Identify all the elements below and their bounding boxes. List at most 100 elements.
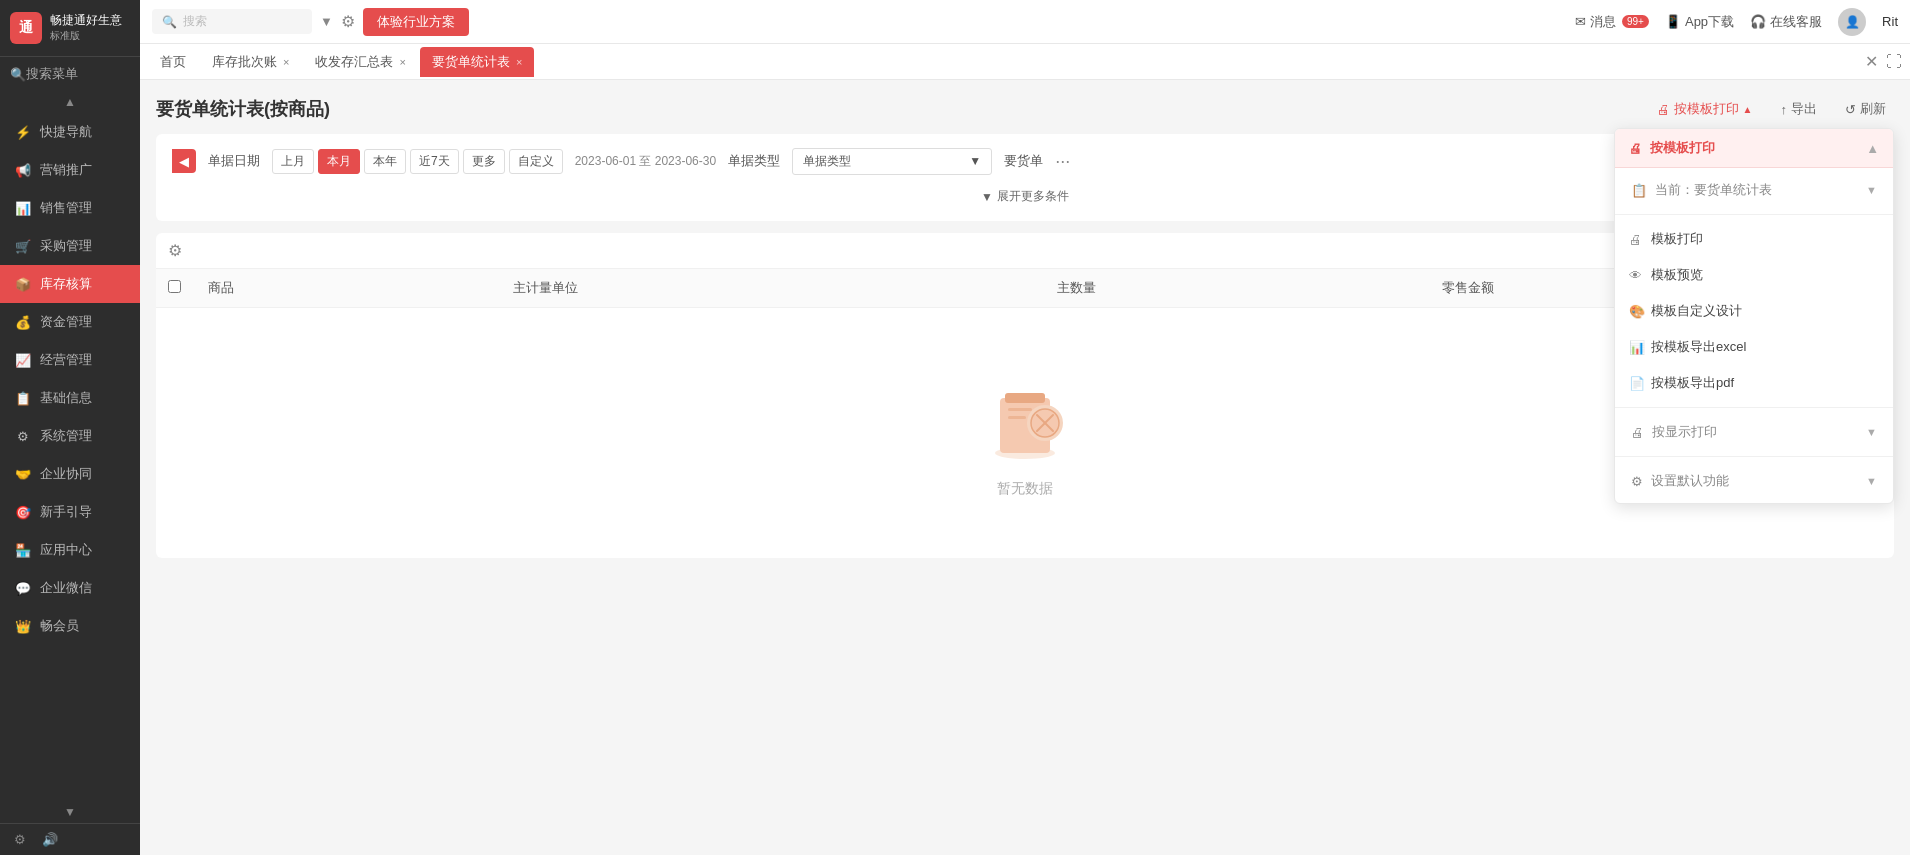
dropdown-item-export-excel[interactable]: 📊 按模板导出excel (1615, 329, 1893, 365)
app-name: 畅捷通好生意 (50, 13, 122, 29)
sidebar-item-finance[interactable]: 💰 资金管理 (0, 303, 140, 341)
export-button[interactable]: ↑ 导出 (1773, 96, 1826, 122)
headset-icon: 🎧 (1750, 14, 1766, 29)
topbar-gear-icon[interactable]: ⚙ (341, 12, 355, 31)
dropdown-divider-3 (1615, 456, 1893, 457)
set-default-icon: ⚙ (1631, 474, 1643, 489)
refresh-button[interactable]: ↺ 刷新 (1837, 96, 1894, 122)
date-btn-current-month[interactable]: 本月 (318, 149, 360, 174)
date-btn-more[interactable]: 更多 (463, 149, 505, 174)
sidebar-settings-icon[interactable]: ⚙ (14, 832, 26, 847)
app-badge: 标准版 (50, 29, 122, 43)
dropdown-divider-1 (1615, 214, 1893, 215)
expand-conditions-button[interactable]: ▼ 展开更多条件 (969, 184, 1081, 209)
sidebar-item-guide[interactable]: 🎯 新手引导 (0, 493, 140, 531)
sidebar-item-system[interactable]: ⚙ 系统管理 (0, 417, 140, 455)
dropdown-printer-icon: 🖨 (1629, 232, 1642, 247)
set-default-item[interactable]: ⚙ 设置默认功能 ▼ (1615, 463, 1893, 499)
current-template-item[interactable]: 📋 当前：要货单统计表 ▼ (1615, 172, 1893, 208)
sidebar-item-appstore[interactable]: 🏪 应用中心 (0, 531, 140, 569)
date-btn-custom[interactable]: 自定义 (509, 149, 563, 174)
sidebar-logo: 通 畅捷通好生意 标准版 (0, 0, 140, 57)
filter-expand-arrow[interactable]: ◀ (172, 149, 196, 173)
topbar-right-area: ✉ 消息 99+ 📱 App下载 🎧 在线客服 👤 Rit (1575, 8, 1898, 36)
export-icon: ↑ (1781, 102, 1788, 117)
sidebar-scroll-down[interactable]: ▼ (64, 805, 76, 819)
username: Rit (1882, 14, 1898, 29)
app-download-button[interactable]: 📱 App下载 (1665, 13, 1734, 31)
sidebar-item-basic[interactable]: 📋 基础信息 (0, 379, 140, 417)
display-print-item[interactable]: 🖨 按显示打印 ▼ (1615, 414, 1893, 450)
sidebar-bottom: ⚙ 🔊 (0, 823, 140, 855)
dropdown-divider-2 (1615, 407, 1893, 408)
tab-order-stats[interactable]: 要货单统计表 × (420, 47, 534, 77)
date-btn-current-year[interactable]: 本年 (364, 149, 406, 174)
dropdown-design-icon: 🎨 (1629, 304, 1645, 319)
topbar-dropdown-icon[interactable]: ▼ (320, 14, 333, 29)
tab-batch-account[interactable]: 库存批次账 × (200, 47, 301, 77)
chevron-up-icon: ▲ (1743, 104, 1753, 115)
user-avatar[interactable]: 👤 (1838, 8, 1866, 36)
dropdown-item-template-preview[interactable]: 👁 模板预览 (1615, 257, 1893, 293)
dropdown-current-template: 📋 当前：要货单统计表 ▼ (1615, 168, 1893, 212)
page-actions: 🖨 按模板打印 ▲ ↑ 导出 ↺ 刷新 🖨 (1649, 96, 1894, 122)
dropdown-chevron-up[interactable]: ▲ (1866, 141, 1879, 156)
dropdown-item-template-print[interactable]: 🖨 模板打印 (1615, 221, 1893, 257)
sidebar-item-member[interactable]: 👑 畅会员 (0, 607, 140, 645)
online-service-button[interactable]: 🎧 在线客服 (1750, 13, 1822, 31)
member-icon: 👑 (14, 617, 32, 635)
tab-close-collection[interactable]: × (399, 56, 405, 68)
basic-icon: 📋 (14, 389, 32, 407)
empty-illustration (975, 368, 1075, 468)
appstore-icon: 🏪 (14, 541, 32, 559)
sidebar-item-operations[interactable]: 📈 经营管理 (0, 341, 140, 379)
select-all-checkbox[interactable] (168, 280, 181, 293)
sidebar-scroll-up[interactable]: ▲ (64, 95, 76, 109)
sidebar-audio-icon[interactable]: 🔊 (42, 832, 58, 847)
date-btn-last-7-days[interactable]: 近7天 (410, 149, 459, 174)
sidebar-item-enterprise[interactable]: 🤝 企业协同 (0, 455, 140, 493)
industry-plan-button[interactable]: 体验行业方案 (363, 8, 469, 36)
empty-text: 暂无数据 (997, 480, 1053, 498)
dropdown-display-print: 🖨 按显示打印 ▼ (1615, 410, 1893, 454)
dropdown-set-default: ⚙ 设置默认功能 ▼ (1615, 459, 1893, 503)
col-quantity: 主数量 (1045, 269, 1430, 308)
messages-button[interactable]: ✉ 消息 99+ (1575, 13, 1649, 31)
marketing-icon: 📢 (14, 161, 32, 179)
display-print-chevron: ▼ (1866, 426, 1877, 438)
col-checkbox (156, 269, 196, 308)
window-close-icon[interactable]: ✕ (1865, 52, 1878, 71)
dropdown-header: 🖨 按模板打印 ▲ (1615, 129, 1893, 168)
tab-close-order-stats[interactable]: × (516, 56, 522, 68)
topbar-search-box[interactable]: 🔍 搜索 (152, 9, 312, 34)
tab-collection-summary[interactable]: 收发存汇总表 × (303, 47, 417, 77)
table-settings-icon[interactable]: ⚙ (168, 241, 182, 260)
sidebar-item-sales[interactable]: 📊 销售管理 (0, 189, 140, 227)
sidebar-item-quick-nav[interactable]: ⚡ 快捷导航 (0, 113, 140, 151)
topbar-search-icon: 🔍 (162, 15, 177, 29)
sidebar-nav: ⚡ 快捷导航 📢 营销推广 📊 销售管理 🛒 采购管理 📦 库存核算 💰 资金管… (0, 113, 140, 801)
window-maximize-icon[interactable]: ⛶ (1886, 53, 1902, 71)
sidebar-item-marketing[interactable]: 📢 营销推广 (0, 151, 140, 189)
sidebar-item-inventory[interactable]: 📦 库存核算 (0, 265, 140, 303)
svg-rect-8 (1008, 416, 1026, 419)
app-logo-icon: 通 (10, 12, 42, 44)
date-filter-label: 单据日期 (208, 152, 260, 170)
topbar-search-placeholder: 搜索 (183, 13, 207, 30)
tab-close-batch[interactable]: × (283, 56, 289, 68)
order-status-label: 要货单 (1004, 152, 1043, 170)
date-btn-prev-month[interactable]: 上月 (272, 149, 314, 174)
sidebar-search[interactable]: 🔍 搜索菜单 (0, 57, 140, 91)
sidebar-item-wechat[interactable]: 💬 企业微信 (0, 569, 140, 607)
more-options-dots[interactable]: ··· (1055, 151, 1070, 172)
print-template-button[interactable]: 🖨 按模板打印 ▲ (1649, 96, 1761, 122)
operations-icon: 📈 (14, 351, 32, 369)
doc-type-select[interactable]: 单据类型 ▼ (792, 148, 992, 175)
dropdown-item-template-design[interactable]: 🎨 模板自定义设计 (1615, 293, 1893, 329)
page-header: 要货单统计表(按商品) 🖨 按模板打印 ▲ ↑ 导出 ↺ 刷新 (156, 96, 1894, 122)
dropdown-item-export-pdf[interactable]: 📄 按模板导出pdf (1615, 365, 1893, 401)
sidebar-item-purchase[interactable]: 🛒 采购管理 (0, 227, 140, 265)
col-goods: 商品 (196, 269, 501, 308)
set-default-chevron: ▼ (1866, 475, 1877, 487)
tab-home[interactable]: 首页 (148, 47, 198, 77)
